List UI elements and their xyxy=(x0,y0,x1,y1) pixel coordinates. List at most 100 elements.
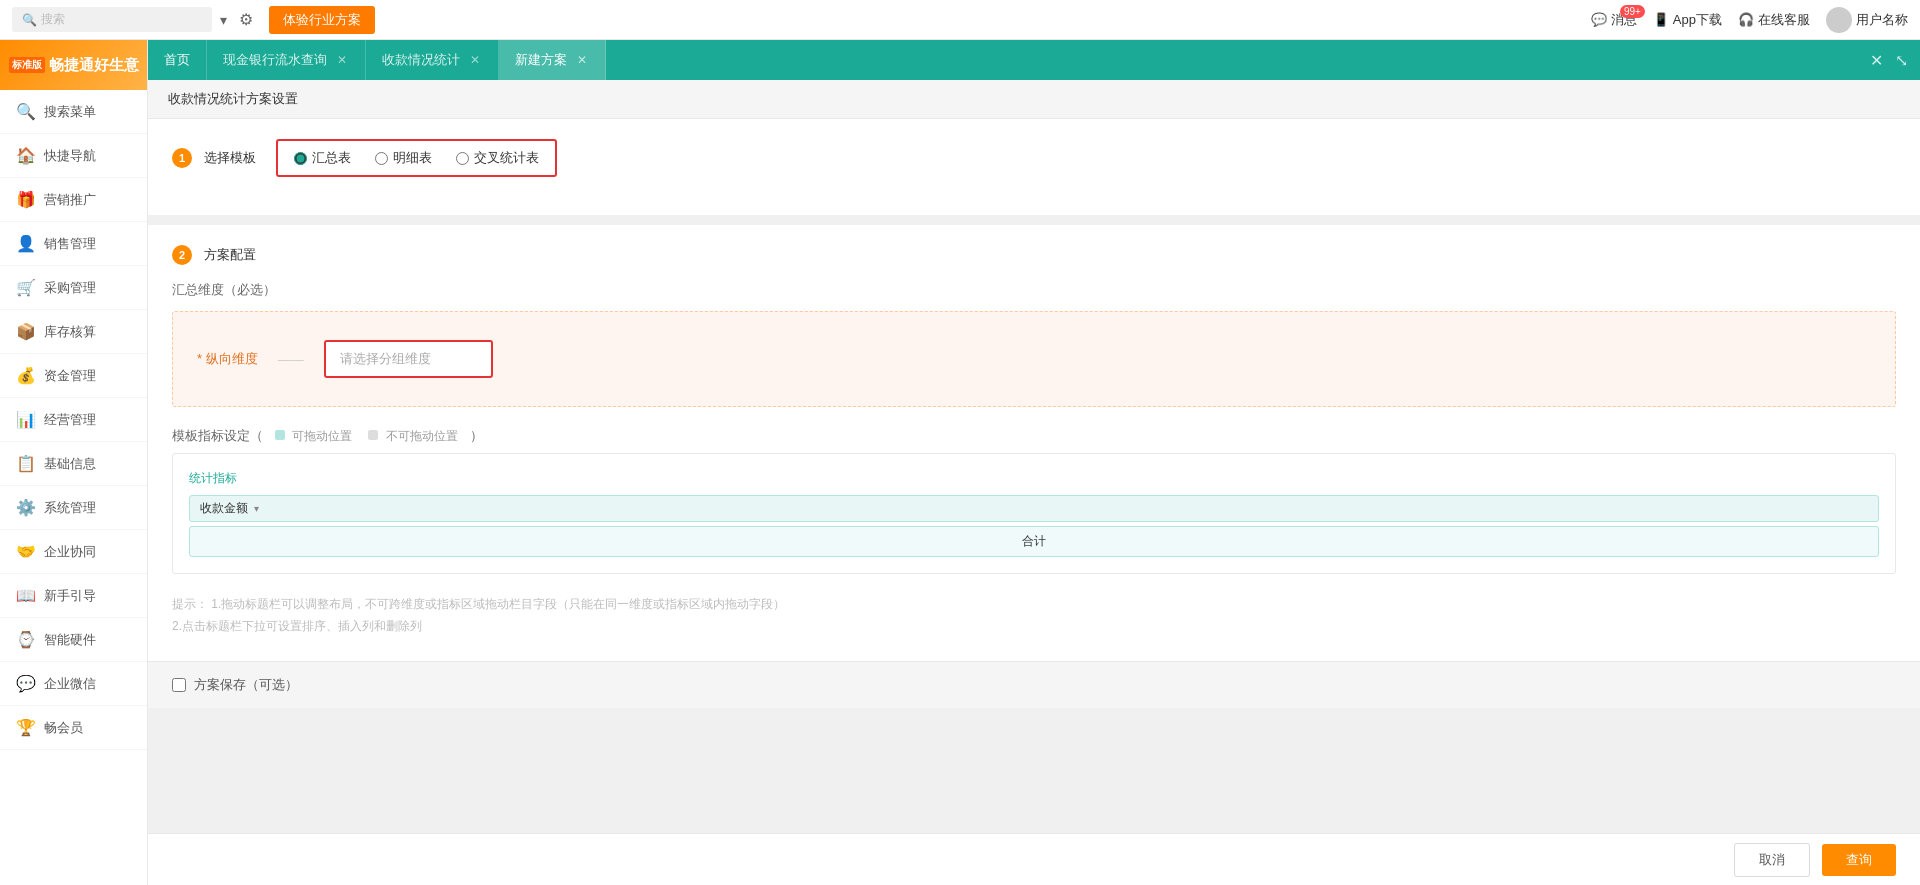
sidebar-item-search-menu[interactable]: 🔍 搜索菜单 xyxy=(0,90,147,134)
tab-bar: 首页 现金银行流水查询 ✕ 收款情况统计 ✕ 新建方案 ✕ ✕ ⤡ xyxy=(148,40,1920,80)
member-icon: 🏆 xyxy=(16,718,36,737)
sidebar-label-marketing: 营销推广 xyxy=(44,191,96,209)
sidebar-item-cooperation[interactable]: 🤝 企业协同 xyxy=(0,530,147,574)
logo-badge: 标准版 xyxy=(9,57,45,73)
step1-row: 1 选择模板 汇总表 明细表 交叉统计表 xyxy=(172,139,1896,177)
finance-icon: 💰 xyxy=(16,366,36,385)
tab-new-plan[interactable]: 新建方案 ✕ xyxy=(499,40,606,80)
sidebar-item-hardware[interactable]: ⌚ 智能硬件 xyxy=(0,618,147,662)
tab-new-plan-close[interactable]: ✕ xyxy=(575,54,589,66)
sidebar-label-inventory: 库存核算 xyxy=(44,323,96,341)
content-area: 首页 现金银行流水查询 ✕ 收款情况统计 ✕ 新建方案 ✕ ✕ ⤡ xyxy=(148,40,1920,885)
tab-bank-flow[interactable]: 现金银行流水查询 ✕ xyxy=(207,40,366,80)
message-item[interactable]: 💬 消息 99+ xyxy=(1591,11,1637,29)
user-avatar-item[interactable]: 用户名称 xyxy=(1826,7,1908,33)
sidebar-item-basic-info[interactable]: 📋 基础信息 xyxy=(0,442,147,486)
metrics-chip-amount[interactable]: 收款金额 ▾ xyxy=(189,495,1879,522)
radio-summary[interactable]: 汇总表 xyxy=(294,149,351,167)
settings-icon[interactable]: ⚙ xyxy=(239,10,253,29)
step1-badge: 1 xyxy=(172,148,192,168)
sidebar-label-purchase: 采购管理 xyxy=(44,279,96,297)
dimension-placeholder: 请选择分组维度 xyxy=(340,351,431,366)
dimension-select[interactable]: 请选择分组维度 xyxy=(324,340,493,378)
radio-detail-label: 明细表 xyxy=(393,149,432,167)
radio-cross-input[interactable] xyxy=(456,152,469,165)
metrics-label-row: 模板指标设定（ 可拖动位置 不可拖动位置 ） xyxy=(172,427,1896,445)
legend-fixed-item: 不可拖动位置 xyxy=(368,428,457,445)
sidebar-item-management[interactable]: 📊 经营管理 xyxy=(0,398,147,442)
radio-detail[interactable]: 明细表 xyxy=(375,149,432,167)
sidebar-item-member[interactable]: 🏆 畅会员 xyxy=(0,706,147,750)
online-service-label: 在线客服 xyxy=(1758,11,1810,29)
vertical-dim-label: * 纵向维度 xyxy=(197,350,258,368)
sidebar-item-marketing[interactable]: 🎁 营销推广 xyxy=(0,178,147,222)
tab-collection-stats-label: 收款情况统计 xyxy=(382,51,460,69)
sidebar-item-finance[interactable]: 💰 资金管理 xyxy=(0,354,147,398)
headset-icon: 🎧 xyxy=(1738,12,1754,27)
form-section: 1 选择模板 汇总表 明细表 交叉统计表 xyxy=(148,119,1920,215)
tips-section: 提示： 1.拖动标题栏可以调整布局，不可跨维度或指标区域拖动栏目字段（只能在同一… xyxy=(172,590,1896,641)
cancel-button[interactable]: 取消 xyxy=(1734,843,1810,877)
template-options: 汇总表 明细表 交叉统计表 xyxy=(276,139,557,177)
footer-bar: 取消 查询 xyxy=(148,833,1920,885)
tip-line-2: 2.点击标题栏下拉可设置排序、插入列和删除列 xyxy=(172,616,1896,638)
dim-arrow-icon: —— xyxy=(278,352,304,367)
sidebar-item-system[interactable]: ⚙️ 系统管理 xyxy=(0,486,147,530)
sidebar-label-system: 系统管理 xyxy=(44,499,96,517)
trial-industry-button[interactable]: 体验行业方案 xyxy=(269,6,375,34)
tab-home[interactable]: 首页 xyxy=(148,40,207,80)
inventory-icon: 📦 xyxy=(16,322,36,341)
sidebar-label-guide: 新手引导 xyxy=(44,587,96,605)
app-download-item[interactable]: 📱 App下载 xyxy=(1653,11,1722,29)
movable-dot xyxy=(275,430,285,440)
metrics-legend: 可拖动位置 不可拖动位置 xyxy=(275,428,458,445)
hardware-icon: ⌚ xyxy=(16,630,36,649)
radio-cross[interactable]: 交叉统计表 xyxy=(456,149,539,167)
sidebar-label-cooperation: 企业协同 xyxy=(44,543,96,561)
tab-collection-stats-close[interactable]: ✕ xyxy=(468,54,482,66)
tab-collection-stats[interactable]: 收款情况统计 ✕ xyxy=(366,40,499,80)
logo-text: 畅捷通好生意 xyxy=(49,56,139,75)
metrics-row-total: 合计 xyxy=(189,526,1879,557)
marketing-icon: 🎁 xyxy=(16,190,36,209)
sidebar-label-quick-nav: 快捷导航 xyxy=(44,147,96,165)
radio-cross-label: 交叉统计表 xyxy=(474,149,539,167)
purchase-icon: 🛒 xyxy=(16,278,36,297)
step1-label: 选择模板 xyxy=(204,149,256,167)
fixed-legend-label: 不可拖动位置 xyxy=(386,429,458,443)
step2-label: 方案配置 xyxy=(204,246,256,264)
header-dropdown-btn[interactable]: ▾ xyxy=(220,12,227,28)
query-button[interactable]: 查询 xyxy=(1822,844,1896,876)
radio-summary-input[interactable] xyxy=(294,152,307,165)
sidebar-item-wechat[interactable]: 💬 企业微信 xyxy=(0,662,147,706)
avatar xyxy=(1826,7,1852,33)
tab-expand-icon[interactable]: ⤡ xyxy=(1895,51,1908,70)
tab-bar-actions: ✕ ⤡ xyxy=(1858,40,1920,80)
wechat-icon: 💬 xyxy=(16,674,36,693)
radio-detail-input[interactable] xyxy=(375,152,388,165)
section-divider xyxy=(148,215,1920,225)
metrics-close-paren: ） xyxy=(470,427,483,445)
sidebar-item-purchase[interactable]: 🛒 采购管理 xyxy=(0,266,147,310)
sidebar-logo: 标准版 畅捷通好生意 xyxy=(0,40,147,90)
sidebar-item-quick-nav[interactable]: 🏠 快捷导航 xyxy=(0,134,147,178)
sidebar-item-inventory[interactable]: 📦 库存核算 xyxy=(0,310,147,354)
header-search-bar[interactable]: 🔍 搜索 xyxy=(12,7,212,32)
top-header: 🔍 搜索 ▾ ⚙ 体验行业方案 💬 消息 99+ 📱 App下载 🎧 在线客服 … xyxy=(0,0,1920,40)
tab-bank-flow-close[interactable]: ✕ xyxy=(335,54,349,66)
fixed-dot xyxy=(368,430,378,440)
sidebar-item-guide[interactable]: 📖 新手引导 xyxy=(0,574,147,618)
search-placeholder-text: 搜索 xyxy=(41,11,65,28)
sidebar-item-sales[interactable]: 👤 销售管理 xyxy=(0,222,147,266)
tab-close-all-icon[interactable]: ✕ xyxy=(1870,51,1883,70)
system-icon: ⚙️ xyxy=(16,498,36,517)
sidebar-label-management: 经营管理 xyxy=(44,411,96,429)
tab-bank-flow-label: 现金银行流水查询 xyxy=(223,51,327,69)
save-checkbox[interactable] xyxy=(172,678,186,692)
sidebar-label-member: 畅会员 xyxy=(44,719,83,737)
metrics-chip-label: 收款金额 xyxy=(200,500,248,517)
page-title-bar: 收款情况统计方案设置 xyxy=(148,80,1920,119)
guide-icon: 📖 xyxy=(16,586,36,605)
online-service-item[interactable]: 🎧 在线客服 xyxy=(1738,11,1810,29)
metrics-container: 统计指标 收款金额 ▾ 合计 xyxy=(172,453,1896,574)
